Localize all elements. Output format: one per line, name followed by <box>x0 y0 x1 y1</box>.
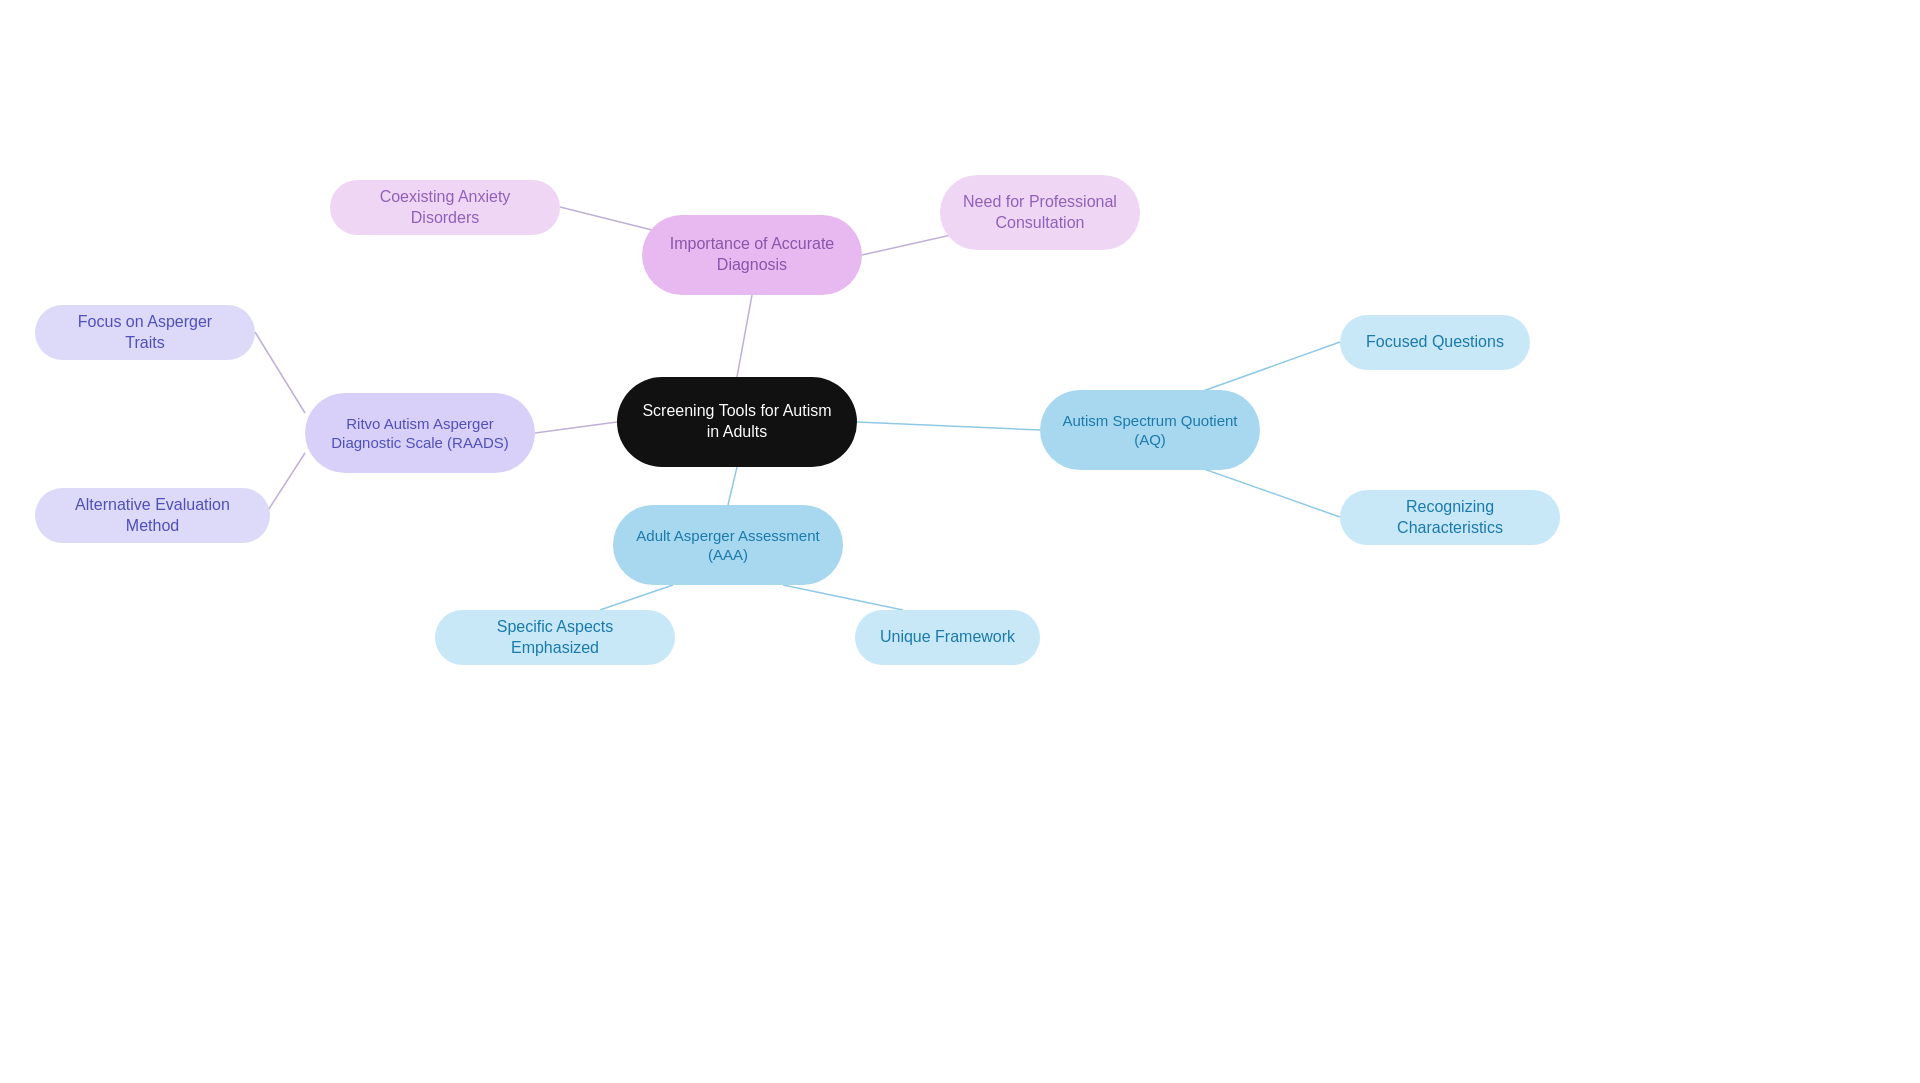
svg-line-6 <box>728 467 737 505</box>
svg-line-4 <box>255 332 305 413</box>
center-node: Screening Tools for Autism in Adults <box>617 377 857 467</box>
svg-line-9 <box>857 422 1040 430</box>
raads-node: Ritvo Autism Asperger Diagnostic Scale (… <box>305 393 535 473</box>
svg-line-8 <box>783 585 903 610</box>
aq-node: Autism Spectrum Quotient (AQ) <box>1040 390 1260 470</box>
coexisting-node: Coexisting Anxiety Disorders <box>330 180 560 235</box>
svg-line-5 <box>265 453 305 515</box>
focus-asperger-node: Focus on Asperger Traits <box>35 305 255 360</box>
unique-node: Unique Framework <box>855 610 1040 665</box>
alternative-node: Alternative Evaluation Method <box>35 488 270 543</box>
aaa-node: Adult Asperger Assessment (AAA) <box>613 505 843 585</box>
focused-questions-node: Focused Questions <box>1340 315 1530 370</box>
svg-line-3 <box>535 422 617 433</box>
recognizing-node: Recognizing Characteristics <box>1340 490 1560 545</box>
professional-node: Need for Professional Consultation <box>940 175 1140 250</box>
specific-node: Specific Aspects Emphasized <box>435 610 675 665</box>
svg-line-0 <box>737 295 752 377</box>
mind-map-connections <box>0 0 1920 1083</box>
importance-node: Importance of Accurate Diagnosis <box>642 215 862 295</box>
svg-line-7 <box>600 585 673 610</box>
